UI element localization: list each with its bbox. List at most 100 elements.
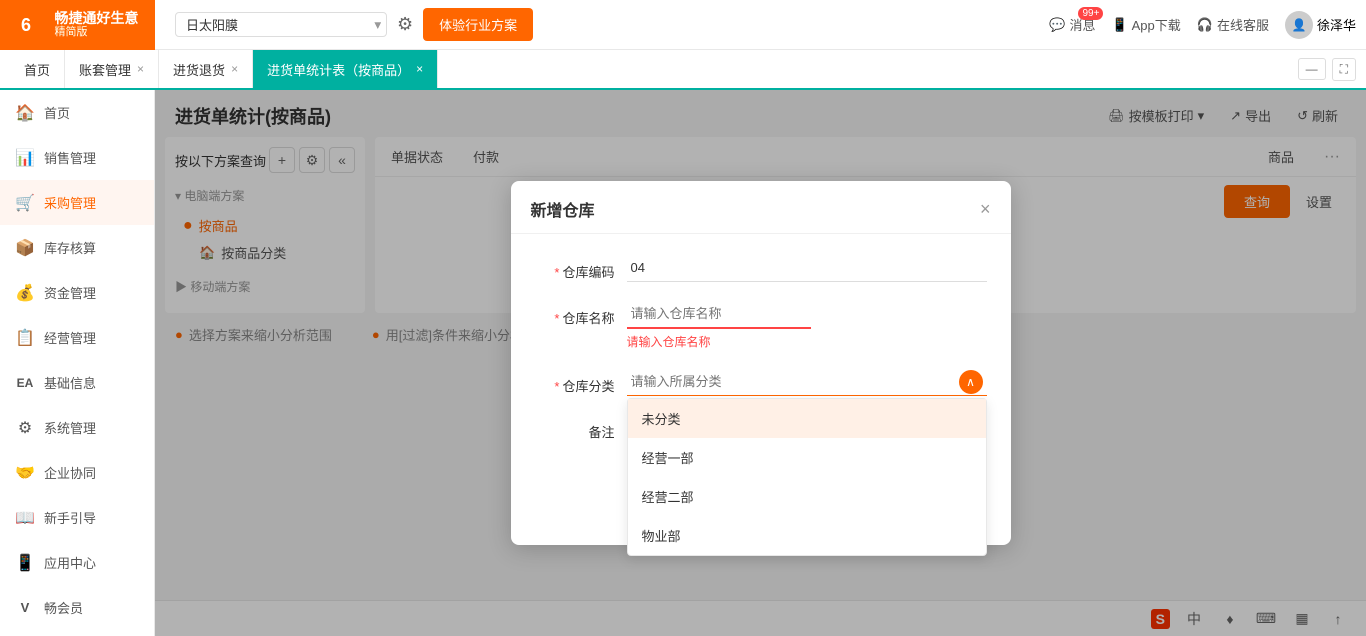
top-bar: 6 畅捷通好生意 精简版 ▾ ⚙ 体验行业方案 💬 消息 99+ 📱 App下载…	[0, 0, 1366, 50]
sidebar-item-vip[interactable]: V 畅会员	[0, 585, 154, 630]
warehouse-code-input[interactable]	[627, 254, 987, 282]
dialog-title: 新增仓库	[531, 197, 595, 221]
app-download-label: App下载	[1132, 15, 1181, 34]
sidebar-item-enterprise[interactable]: 🤝 企业协同	[0, 450, 154, 495]
tab-stats[interactable]: 进货单统计表（按商品） ×	[253, 50, 438, 89]
search-select-wrap: ▾	[175, 12, 387, 37]
headset-icon: 🎧	[1197, 17, 1213, 33]
finance-icon: 💰	[16, 284, 34, 302]
sidebar-basic-info-label: 基础信息	[44, 373, 96, 392]
sidebar-system-label: 系统管理	[44, 418, 96, 437]
dialog-body: 仓库编码 仓库名称 请输入仓库名称 仓库分类	[511, 234, 1011, 480]
sidebar-guide-label: 新手引导	[44, 508, 96, 527]
sidebar-item-home[interactable]: 🏠 首页	[0, 90, 154, 135]
sidebar-item-operations[interactable]: 📋 经营管理	[0, 315, 154, 360]
sidebar-item-basic-info[interactable]: EA 基础信息	[0, 360, 154, 405]
dropdown-item-ops1[interactable]: 经营一部	[628, 438, 986, 477]
sidebar-enterprise-label: 企业协同	[44, 463, 96, 482]
category-label: 仓库分类	[535, 368, 615, 395]
logo-area: 6 畅捷通好生意 精简版	[0, 0, 155, 50]
tab-home-label: 首页	[24, 60, 50, 79]
home-icon: 🏠	[16, 104, 34, 122]
dialog-add-warehouse: 新增仓库 × 仓库编码 仓库名称 请输入仓库名	[511, 181, 1011, 545]
category-dropdown: 未分类 经营一部 经营二部 物业部	[627, 398, 987, 556]
search-input[interactable]	[175, 12, 387, 37]
name-label: 仓库名称	[535, 300, 615, 327]
tab-controls: — ⛶	[1298, 58, 1356, 81]
dialog-close-button[interactable]: ×	[980, 200, 991, 218]
sidebar-home-label: 首页	[44, 103, 70, 122]
warehouse-name-input[interactable]	[627, 300, 811, 329]
guide-icon: 📖	[16, 509, 34, 527]
sales-icon: 📊	[16, 149, 34, 167]
sidebar-item-apps[interactable]: 📱 应用中心	[0, 540, 154, 585]
online-service-area[interactable]: 🎧 在线客服	[1197, 15, 1269, 34]
logo-sub-text: 精简版	[55, 26, 139, 39]
phone-icon: 📱	[1111, 17, 1127, 33]
category-input[interactable]	[627, 368, 987, 396]
message-icon: 💬	[1049, 17, 1065, 33]
operations-icon: 📋	[16, 329, 34, 347]
tab-returns-close[interactable]: ×	[231, 62, 238, 76]
category-select-wrap: ∧ 未分类 经营一部 经营二部 物业部	[627, 368, 987, 396]
tab-account-close[interactable]: ×	[137, 62, 144, 76]
dropdown-item-property[interactable]: 物业部	[628, 516, 986, 555]
svg-text:6: 6	[21, 15, 31, 35]
sidebar-sales-label: 销售管理	[44, 148, 96, 167]
gear-button[interactable]: ⚙	[397, 14, 413, 35]
dialog-header: 新增仓库 ×	[511, 181, 1011, 234]
form-row-code: 仓库编码	[535, 254, 987, 282]
trial-button[interactable]: 体验行业方案	[423, 8, 533, 41]
sidebar-operations-label: 经营管理	[44, 328, 96, 347]
tab-maximize-button[interactable]: ⛶	[1332, 58, 1356, 81]
sidebar-item-finance[interactable]: 💰 资金管理	[0, 270, 154, 315]
remark-label: 备注	[535, 414, 615, 441]
sidebar-item-guide[interactable]: 📖 新手引导	[0, 495, 154, 540]
form-row-name: 仓库名称 请输入仓库名称	[535, 300, 987, 350]
tab-minimize-button[interactable]: —	[1298, 58, 1326, 80]
logo-icon: 6	[17, 9, 49, 41]
tab-bar: 首页 账套管理 × 进货退货 × 进货单统计表（按商品） × — ⛶	[0, 50, 1366, 90]
top-right-area: 💬 消息 99+ 📱 App下载 🎧 在线客服 👤 徐泽华	[1049, 11, 1356, 39]
tab-returns-label: 进货退货	[173, 60, 225, 79]
tab-stats-close[interactable]: ×	[416, 62, 423, 76]
dropdown-item-ops2[interactable]: 经营二部	[628, 477, 986, 516]
tab-home[interactable]: 首页	[10, 50, 65, 89]
sidebar-inventory-label: 库存核算	[44, 238, 96, 257]
sidebar-purchase-label: 采购管理	[44, 193, 96, 212]
main-layout: 🏠 首页 📊 销售管理 🛒 采购管理 📦 库存核算 💰 资金管理 📋 经营管理 …	[0, 90, 1366, 636]
sidebar-vip-label: 畅会员	[44, 598, 83, 617]
form-row-category: 仓库分类 ∧ 未分类 经营一部 经营二部 物业部	[535, 368, 987, 396]
inventory-icon: 📦	[16, 239, 34, 257]
notif-badge: 99+	[1078, 7, 1103, 20]
sidebar-item-system[interactable]: ⚙ 系统管理	[0, 405, 154, 450]
notification-area[interactable]: 💬 消息 99+	[1049, 15, 1095, 34]
user-avatar-area[interactable]: 👤 徐泽华	[1285, 11, 1356, 39]
enterprise-icon: 🤝	[16, 464, 34, 482]
vip-icon: V	[16, 599, 34, 617]
modal-overlay[interactable]: 新增仓库 × 仓库编码 仓库名称 请输入仓库名	[155, 90, 1366, 636]
logo-main-text: 畅捷通好生意	[55, 10, 139, 27]
tab-stats-label: 进货单统计表（按商品）	[267, 60, 410, 79]
tab-account[interactable]: 账套管理 ×	[65, 50, 159, 89]
apps-icon: 📱	[16, 554, 34, 572]
logo-text: 畅捷通好生意 精简版	[55, 10, 139, 40]
name-error-msg: 请输入仓库名称	[627, 333, 711, 350]
app-download-area[interactable]: 📱 App下载	[1111, 15, 1180, 34]
dropdown-item-unclassified[interactable]: 未分类	[628, 399, 986, 438]
system-icon: ⚙	[16, 419, 34, 437]
tab-returns[interactable]: 进货退货 ×	[159, 50, 253, 89]
code-label: 仓库编码	[535, 254, 615, 281]
online-service-label: 在线客服	[1217, 15, 1269, 34]
content-area: 进货单统计(按商品) 🖨 按模板打印 ▾ ↗ 导出 ↺ 刷新	[155, 90, 1366, 636]
sidebar-item-sales[interactable]: 📊 销售管理	[0, 135, 154, 180]
sidebar-apps-label: 应用中心	[44, 553, 96, 572]
sidebar-finance-label: 资金管理	[44, 283, 96, 302]
sidebar-item-inventory[interactable]: 📦 库存核算	[0, 225, 154, 270]
purchase-icon: 🛒	[16, 194, 34, 212]
tab-account-label: 账套管理	[79, 60, 131, 79]
avatar: 👤	[1285, 11, 1313, 39]
category-dropdown-arrow[interactable]: ∧	[959, 370, 983, 394]
sidebar-item-purchase[interactable]: 🛒 采购管理	[0, 180, 154, 225]
username-label: 徐泽华	[1317, 15, 1356, 34]
